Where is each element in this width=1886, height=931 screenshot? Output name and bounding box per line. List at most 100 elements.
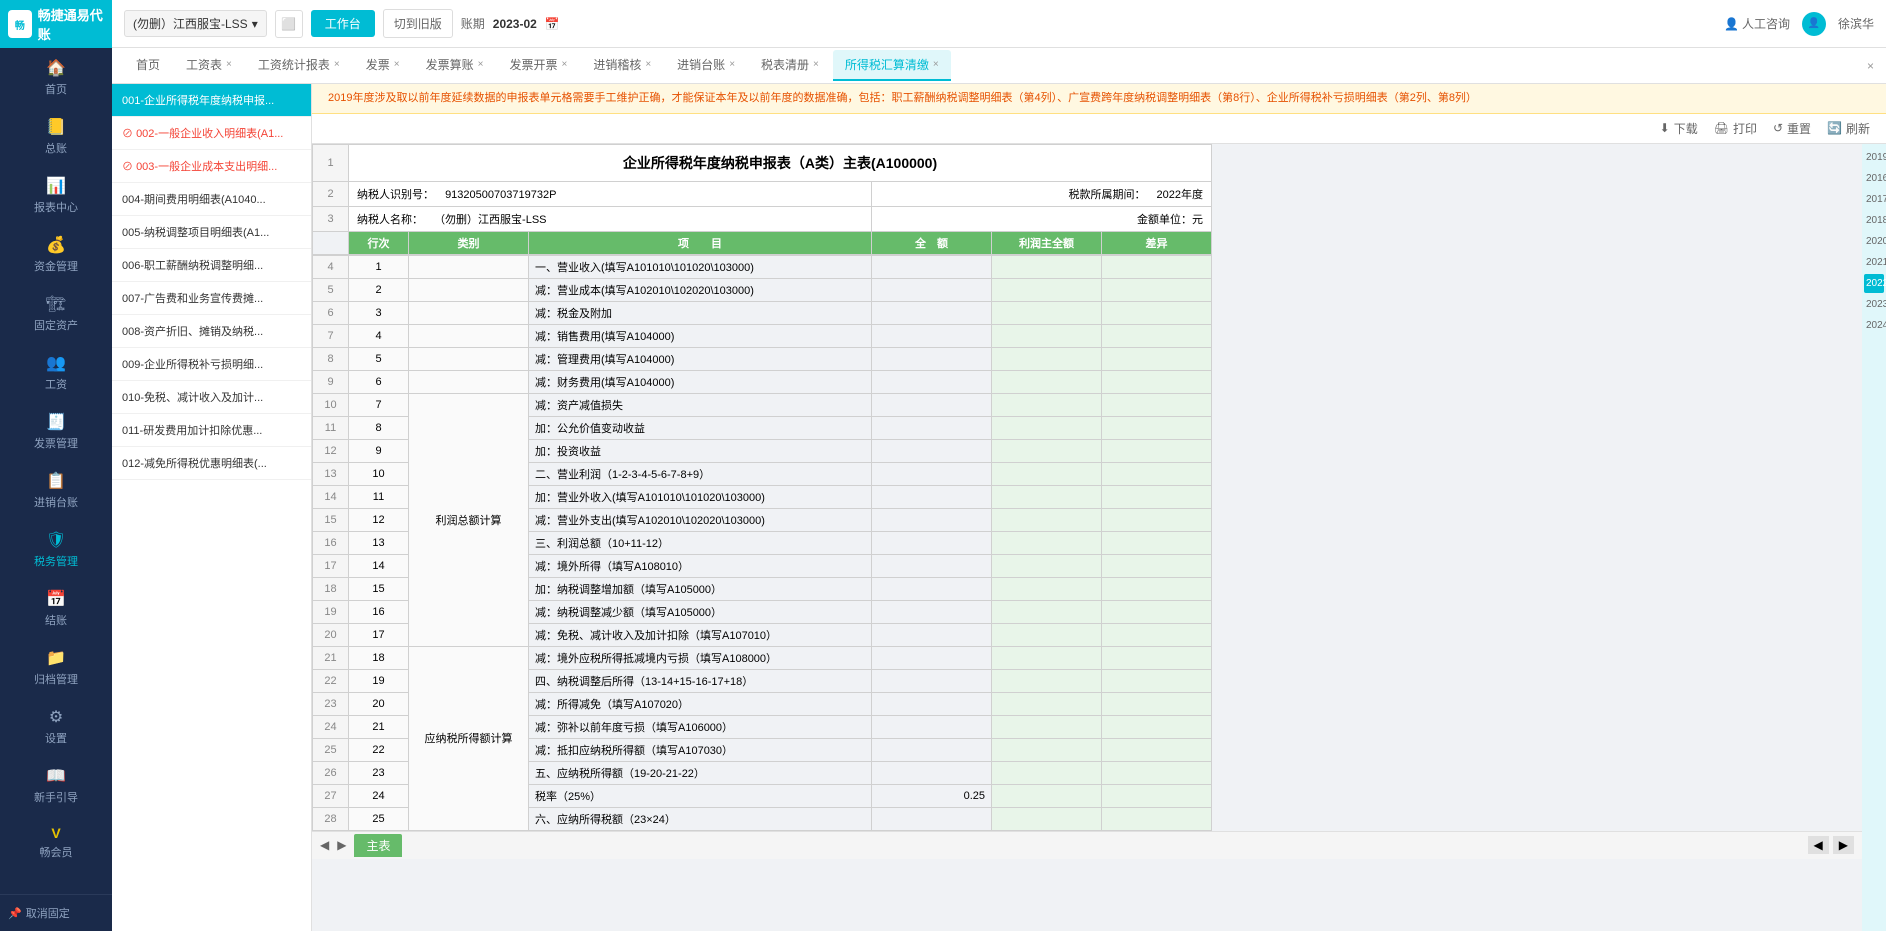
next-sheet-btn[interactable]: ▶ [337, 838, 346, 852]
year-2019[interactable]: 2019 [1864, 148, 1884, 167]
copy-icon-btn[interactable]: ⬜ [275, 10, 303, 38]
tab-sales-ledger[interactable]: 进销台账 × [665, 50, 747, 81]
left-item-008[interactable]: 008-资产折旧、摊销及纳税... [112, 315, 311, 348]
tab-home[interactable]: 首页 [124, 50, 172, 81]
amount-cell[interactable] [872, 692, 992, 715]
company-selector[interactable]: (勿删）江西服宝-LSS ▾ [124, 10, 267, 37]
sidebar-item-archive[interactable]: 📁 归档管理 [0, 638, 112, 697]
close-icon[interactable]: × [478, 59, 484, 70]
prev-sheet-btn[interactable]: ◀ [320, 838, 329, 852]
amount-cell[interactable] [872, 508, 992, 531]
left-item-011[interactable]: 011-研发费用加计扣除优惠... [112, 414, 311, 447]
sidebar-item-sales[interactable]: 📋 进销台账 [0, 461, 112, 520]
left-item-006[interactable]: 006-职工薪酬纳税调整明细... [112, 249, 311, 282]
reset-button[interactable]: ↺ 重置 [1773, 120, 1811, 137]
sidebar-item-member[interactable]: V 畅会员 [0, 815, 112, 870]
spreadsheet-area[interactable]: 1 企业所得税年度纳税申报表（A类）主表(A100000) 2 纳税人识别号： … [312, 144, 1862, 931]
close-icon[interactable]: × [226, 59, 232, 70]
amount-cell[interactable] [872, 370, 992, 393]
sidebar-item-reports[interactable]: 📊 报表中心 [0, 166, 112, 225]
sidebar-item-guide[interactable]: 📖 新手引导 [0, 756, 112, 815]
close-all-tabs[interactable]: × [1867, 59, 1874, 73]
amount-cell[interactable] [872, 646, 992, 669]
sidebar-item-funds[interactable]: 💰 资金管理 [0, 225, 112, 284]
amount-cell[interactable] [872, 485, 992, 508]
amount-cell[interactable] [872, 715, 992, 738]
sidebar-item-close[interactable]: 📅 结账 [0, 579, 112, 638]
amount-cell[interactable] [872, 761, 992, 784]
amount-cell[interactable] [872, 439, 992, 462]
amount-cell[interactable] [872, 531, 992, 554]
close-icon[interactable]: × [813, 59, 819, 70]
download-button[interactable]: ⬇ 下载 [1660, 120, 1698, 137]
amount-cell[interactable] [872, 301, 992, 324]
item-cell: 六、应纳所得税额（23×24） [529, 807, 872, 830]
sidebar-item-tax[interactable]: 🛡 税务管理 [0, 520, 112, 579]
tab-payroll-stats[interactable]: 工资统计报表 × [246, 50, 352, 81]
left-item-005[interactable]: 005-纳税调整项目明细表(A1... [112, 216, 311, 249]
close-icon[interactable]: × [645, 59, 651, 70]
amount-cell[interactable] [872, 393, 992, 416]
refresh-button[interactable]: 🔄 刷新 [1827, 120, 1870, 137]
amount-cell[interactable] [872, 577, 992, 600]
sidebar-item-ledger[interactable]: 📒 总账 [0, 107, 112, 166]
sidebar-item-home[interactable]: 🏠 首页 [0, 48, 112, 107]
left-item-007[interactable]: 007-广告费和业务宣传费摊... [112, 282, 311, 315]
amount-cell[interactable] [872, 255, 992, 278]
year-2023[interactable]: 2023 [1864, 295, 1884, 314]
amount-cell[interactable] [872, 738, 992, 761]
left-item-004[interactable]: 004-期间费用明细表(A1040... [112, 183, 311, 216]
left-item-012[interactable]: 012-减免所得税优惠明细表(... [112, 447, 311, 480]
scroll-left-btn[interactable]: ◀ [1808, 836, 1829, 854]
left-item-001[interactable]: 001-企业所得税年度纳税申报... [112, 84, 311, 117]
tab-invoice-calc[interactable]: 发票算账 × [414, 50, 496, 81]
ai-consult-btn[interactable]: 👤 人工咨询 [1724, 15, 1790, 32]
close-icon[interactable]: × [729, 59, 735, 70]
scroll-right-btn[interactable]: ▶ [1833, 836, 1854, 854]
left-item-002[interactable]: 002-一般企业收入明细表(A1... [112, 117, 311, 150]
cancel-fixed-btn[interactable]: 📌 取消固定 [0, 894, 112, 931]
year-2016[interactable]: 2016 [1864, 169, 1884, 188]
amount-cell[interactable] [872, 807, 992, 830]
line-number: 23 [349, 761, 409, 784]
amount-cell[interactable] [872, 324, 992, 347]
sheet-tab-btn[interactable]: 主表 [354, 834, 402, 857]
amount-cell[interactable] [872, 623, 992, 646]
amount-cell[interactable] [872, 462, 992, 485]
sidebar-item-settings[interactable]: ⚙ 设置 [0, 697, 112, 756]
year-2020[interactable]: 2020 [1864, 232, 1884, 251]
left-item-009[interactable]: 009-企业所得税补亏损明细... [112, 348, 311, 381]
tab-income-tax[interactable]: 所得税汇算清缴 × [833, 50, 951, 81]
amount-cell[interactable] [872, 347, 992, 370]
close-icon[interactable]: × [394, 59, 400, 70]
year-2018[interactable]: 2018 [1864, 211, 1884, 230]
close-icon[interactable]: × [561, 59, 567, 70]
sidebar-item-assets[interactable]: 🏗 固定资产 [0, 284, 112, 343]
tab-payroll[interactable]: 工资表 × [174, 50, 244, 81]
amount-cell[interactable]: 0.25 [872, 784, 992, 807]
year-2021[interactable]: 2021 [1864, 253, 1884, 272]
year-2017[interactable]: 2017 [1864, 190, 1884, 209]
tab-invoice-open[interactable]: 发票开票 × [497, 50, 579, 81]
sidebar-item-payroll[interactable]: 👥 工资 [0, 343, 112, 402]
tab-invoices[interactable]: 发票 × [354, 50, 412, 81]
amount-cell[interactable] [872, 416, 992, 439]
tab-tax-clear[interactable]: 税表清册 × [749, 50, 831, 81]
close-icon[interactable]: × [933, 59, 939, 70]
left-item-010[interactable]: 010-免税、减计收入及加计... [112, 381, 311, 414]
amount-cell[interactable] [872, 600, 992, 623]
amount-cell[interactable] [872, 669, 992, 692]
year-2024[interactable]: 2024 [1864, 316, 1884, 335]
row-number: 25 [313, 738, 349, 761]
item-cell: 减：境外所得（填写A108010） [529, 554, 872, 577]
tab-sales-audit[interactable]: 进销稽核 × [581, 50, 663, 81]
switch-old-button[interactable]: 切到旧版 [383, 9, 453, 38]
amount-cell[interactable] [872, 554, 992, 577]
left-item-003[interactable]: 003-一般企业成本支出明细... [112, 150, 311, 183]
year-2022[interactable]: 2022 [1864, 274, 1884, 293]
work-station-button[interactable]: 工作台 [311, 10, 375, 37]
amount-cell[interactable] [872, 278, 992, 301]
print-button[interactable]: 🖨 打印 [1714, 120, 1757, 137]
sidebar-item-invoices[interactable]: 🧾 发票管理 [0, 402, 112, 461]
close-icon[interactable]: × [334, 59, 340, 70]
